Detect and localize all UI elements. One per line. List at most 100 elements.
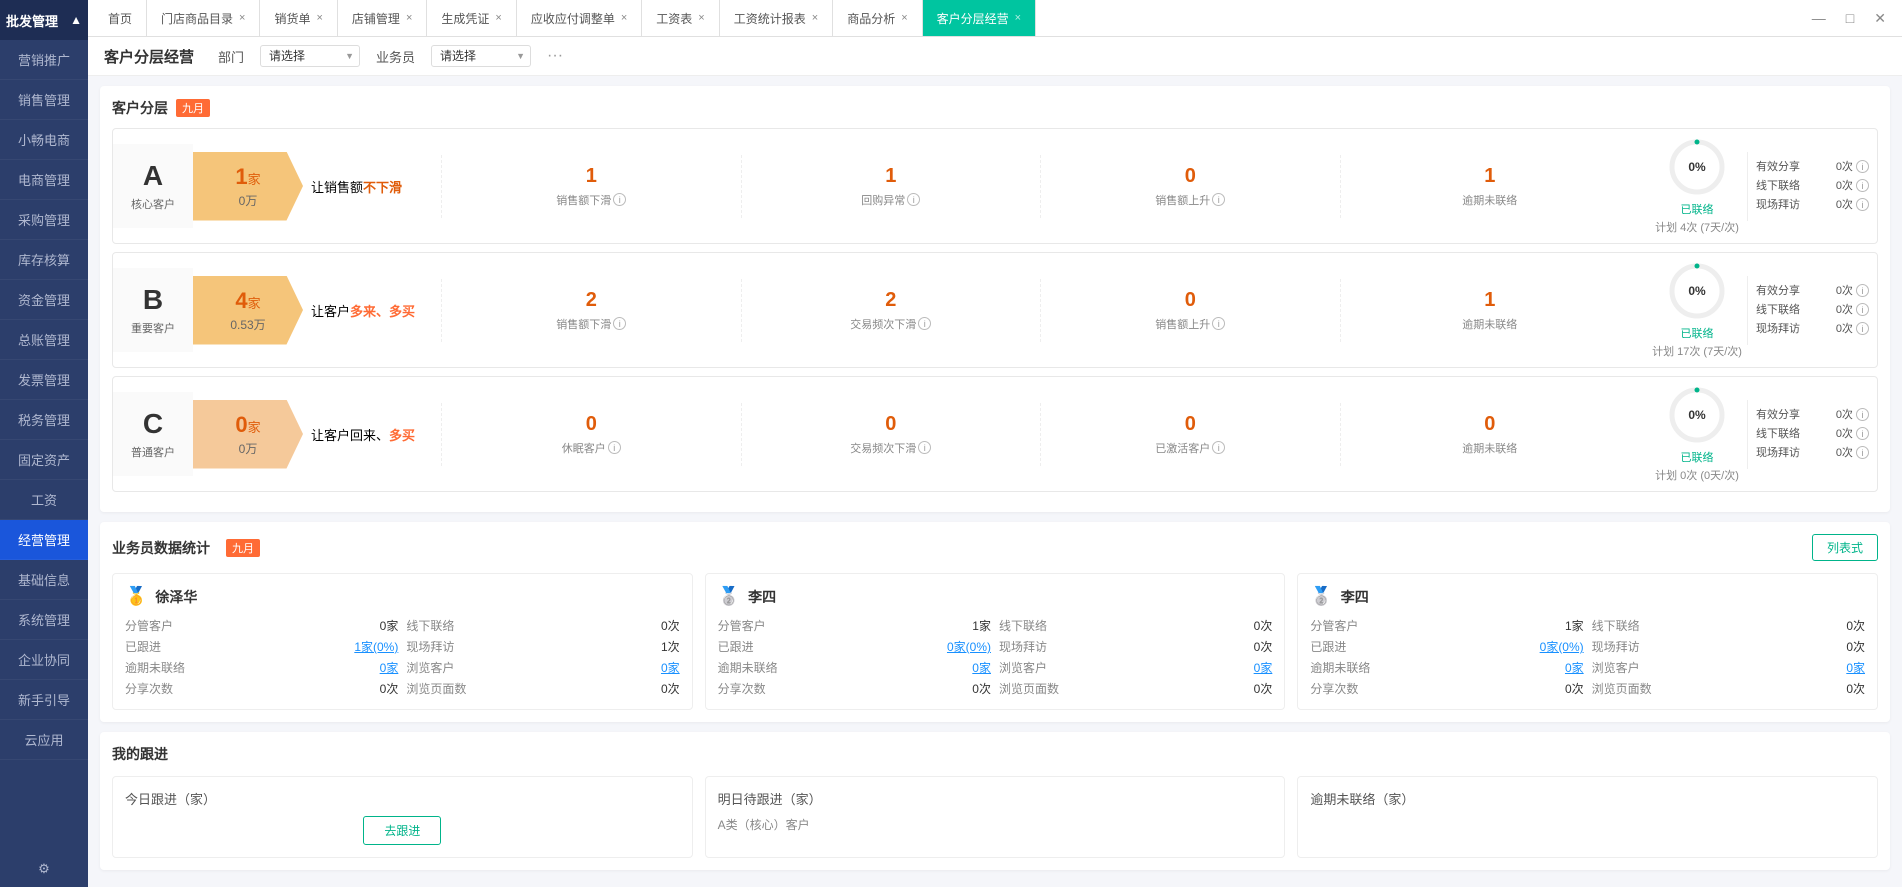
sp-stat-val[interactable]: 0家 — [1254, 659, 1273, 676]
more-icon[interactable]: ··· — [547, 47, 563, 65]
tab-close-工资表[interactable]: × — [698, 12, 704, 24]
tab-close-工资统计报表[interactable]: × — [812, 12, 818, 24]
info-icon[interactable]: i — [1856, 160, 1869, 173]
info-icon[interactable]: i — [608, 441, 621, 454]
info-icon[interactable]: i — [1856, 408, 1869, 421]
tab-close-销货单[interactable]: × — [316, 12, 322, 24]
sp-stat-val[interactable]: 1家(0%) — [354, 638, 398, 655]
sp-stat-row: 浏览页面数0次 — [1592, 680, 1865, 697]
salesperson-select[interactable]: 请选择 — [431, 45, 531, 67]
sidebar-item-营销推广[interactable]: 营销推广 — [0, 40, 88, 80]
tab-close-客户分层经营[interactable]: × — [1015, 12, 1021, 24]
sp-name: 徐泽华 — [155, 587, 197, 607]
tab-店铺管理[interactable]: 店铺管理× — [338, 0, 427, 36]
info-icon[interactable]: i — [918, 317, 931, 330]
sidebar-item-销售管理[interactable]: 销售管理 — [0, 80, 88, 120]
sp-stat-row: 分管客户0家 — [125, 617, 398, 634]
list-view-button[interactable]: 列表式 — [1812, 534, 1878, 561]
sp-stat-val[interactable]: 0家 — [661, 659, 680, 676]
sp-stat-val[interactable]: 0家 — [1846, 659, 1865, 676]
sidebar-item-库存核算[interactable]: 库存核算 — [0, 240, 88, 280]
sp-stat-label: 已跟进 — [718, 638, 754, 655]
sidebar-item-云应用[interactable]: 云应用 — [0, 720, 88, 760]
right-stat-row: 现场拜访0次 i — [1756, 196, 1869, 212]
tab-生成凭证[interactable]: 生成凭证× — [427, 0, 516, 36]
info-icon[interactable]: i — [1856, 303, 1869, 316]
info-icon[interactable]: i — [1856, 179, 1869, 192]
tab-门店商品目录[interactable]: 门店商品目录× — [147, 0, 260, 36]
sidebar-item-工资[interactable]: 工资 — [0, 480, 88, 520]
tab-首页[interactable]: 首页 — [94, 0, 147, 36]
go-followup-button[interactable]: 去跟进 — [363, 816, 441, 845]
sidebar-item-发票管理[interactable]: 发票管理 — [0, 360, 88, 400]
stat-num: 0 — [885, 413, 896, 436]
sp-stat-val: 1家 — [1565, 617, 1584, 634]
sp-stats-grid: 分管客户0家线下联络0次已跟进1家(0%)现场拜访1次逾期未联络0家浏览客户0家… — [125, 617, 680, 697]
stat-num: 1 — [1484, 165, 1495, 188]
sp-stat-val[interactable]: 0家 — [380, 659, 399, 676]
right-stat-label: 现场拜访 — [1756, 444, 1800, 460]
sp-stat-val[interactable]: 0家(0%) — [1540, 638, 1584, 655]
sp-stat-label: 浏览客户 — [406, 659, 454, 676]
tab-客户分层经营[interactable]: 客户分层经营× — [923, 0, 1036, 36]
info-icon[interactable]: i — [1856, 446, 1869, 459]
slogan-pre: 让客户 — [311, 304, 350, 319]
tab-销货单[interactable]: 销货单× — [260, 0, 337, 36]
sp-stat-val[interactable]: 0家 — [1565, 659, 1584, 676]
tab-商品分析[interactable]: 商品分析× — [833, 0, 922, 36]
maximize-icon[interactable]: □ — [1840, 8, 1860, 28]
sidebar-item-电商管理[interactable]: 电商管理 — [0, 160, 88, 200]
circle-label: 0% — [1688, 408, 1705, 422]
sp-stat-row: 线下联络0次 — [999, 617, 1272, 634]
sp-header: 🥈李四 — [718, 586, 1273, 607]
sp-stat-row: 分享次数0次 — [718, 680, 991, 697]
info-icon[interactable]: i — [613, 193, 626, 206]
sidebar-item-经营管理[interactable]: 经营管理 — [0, 520, 88, 560]
tab-应收应付调整单[interactable]: 应收应付调整单× — [517, 0, 642, 36]
sp-stat-label: 线下联络 — [999, 617, 1047, 634]
sp-stat-val[interactable]: 0家 — [972, 659, 991, 676]
info-icon[interactable]: i — [1856, 198, 1869, 211]
circle-sublabel: 已联络 — [1681, 201, 1714, 217]
page-toolbar: 客户分层经营 部门 请选择 业务员 请选择 ··· — [88, 37, 1902, 76]
tab-close-门店商品目录[interactable]: × — [239, 12, 245, 24]
minimize-icon[interactable]: — — [1806, 8, 1832, 28]
close-window-icon[interactable]: ✕ — [1868, 8, 1892, 29]
sp-stat-val: 0次 — [1254, 680, 1273, 697]
sp-stat-val: 0次 — [380, 680, 399, 697]
tier-stat-item: 2交易频次下滑i — [741, 279, 1041, 342]
info-icon[interactable]: i — [1212, 441, 1225, 454]
sidebar-item-小畅电商[interactable]: 小畅电商 — [0, 120, 88, 160]
tab-close-应收应付调整单[interactable]: × — [621, 12, 627, 24]
sidebar-item-固定资产[interactable]: 固定资产 — [0, 440, 88, 480]
dept-select[interactable]: 请选择 — [260, 45, 360, 67]
info-icon[interactable]: i — [1856, 322, 1869, 335]
sidebar-item-资金管理[interactable]: 资金管理 — [0, 280, 88, 320]
right-stat-label: 线下联络 — [1756, 177, 1800, 193]
sidebar-settings[interactable]: ⚙ — [0, 851, 88, 887]
tab-close-店铺管理[interactable]: × — [406, 12, 412, 24]
sidebar-item-税务管理[interactable]: 税务管理 — [0, 400, 88, 440]
tier-row-A: A核心客户1家0万让销售额不下滑1销售额下滑i1回购异常i0销售额上升i1逾期未… — [112, 128, 1878, 244]
tab-工资表[interactable]: 工资表× — [642, 0, 719, 36]
sidebar-item-新手引导[interactable]: 新手引导 — [0, 680, 88, 720]
info-icon[interactable]: i — [1856, 284, 1869, 297]
sp-stat-val[interactable]: 0家(0%) — [947, 638, 991, 655]
sidebar-item-基础信息[interactable]: 基础信息 — [0, 560, 88, 600]
info-icon[interactable]: i — [907, 193, 920, 206]
tab-工资统计报表[interactable]: 工资统计报表× — [720, 0, 833, 36]
info-icon[interactable]: i — [1212, 317, 1225, 330]
info-icon[interactable]: i — [918, 441, 931, 454]
sidebar-item-总账管理[interactable]: 总账管理 — [0, 320, 88, 360]
tier-stats-B: 2销售额下滑i2交易频次下滑i0销售额上升i1逾期未联络 — [433, 279, 1647, 342]
tab-close-生成凭证[interactable]: × — [495, 12, 501, 24]
info-icon[interactable]: i — [1856, 427, 1869, 440]
tab-close-商品分析[interactable]: × — [901, 12, 907, 24]
sp-stat-val: 1次 — [661, 638, 680, 655]
sidebar-item-采购管理[interactable]: 采购管理 — [0, 200, 88, 240]
sidebar-collapse-icon[interactable]: ▲ — [70, 13, 82, 27]
info-icon[interactable]: i — [1212, 193, 1225, 206]
sidebar-item-企业协同[interactable]: 企业协同 — [0, 640, 88, 680]
sidebar-item-系统管理[interactable]: 系统管理 — [0, 600, 88, 640]
info-icon[interactable]: i — [613, 317, 626, 330]
